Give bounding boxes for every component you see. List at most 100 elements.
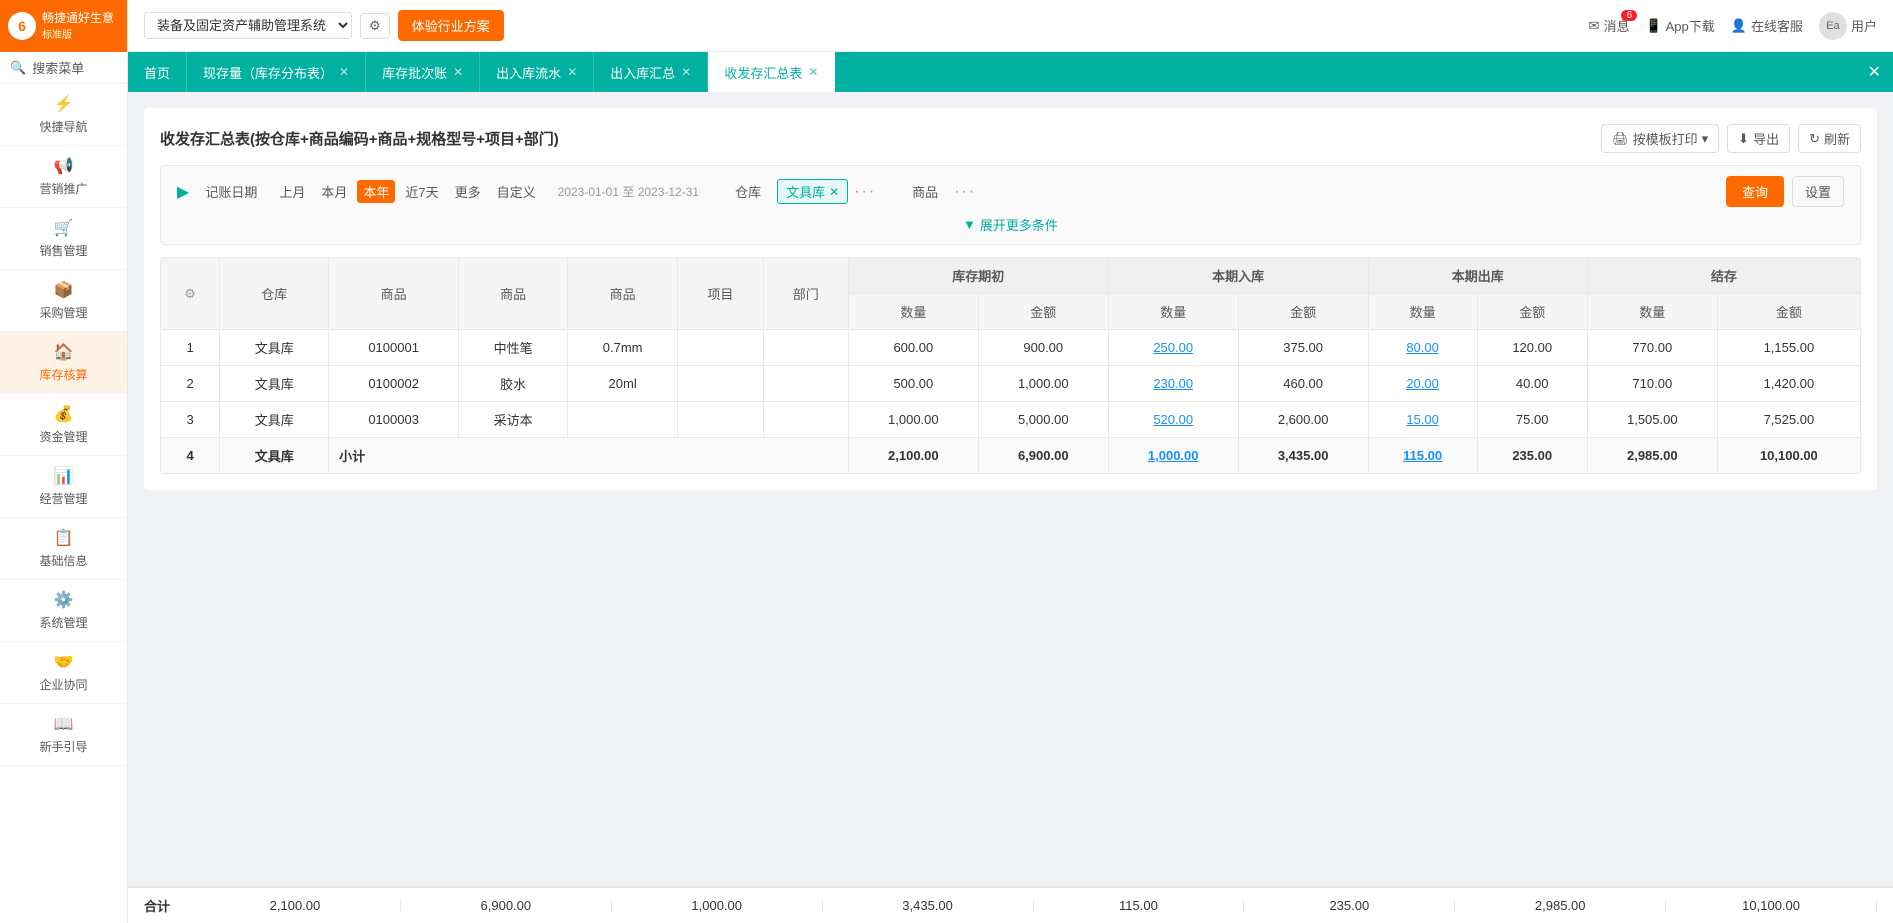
sidebar-item-quick-nav[interactable]: ⚡ 快捷导航 — [0, 84, 127, 146]
system-title-select[interactable]: 装备及固定资产辅助管理系统 — [144, 12, 352, 39]
date-btn-custom[interactable]: 自定义 — [491, 180, 542, 203]
row-in-qty[interactable]: 230.00 — [1108, 366, 1238, 402]
date-btn-more[interactable]: 更多 — [449, 180, 487, 203]
enterprise-label: 企业协同 — [39, 676, 87, 693]
subtotal-open-amt: 6,900.00 — [978, 438, 1108, 474]
tab-in-out-summary[interactable]: 出入库汇总 ✕ — [594, 52, 708, 92]
sidebar-item-purchase[interactable]: 📦 采购管理 — [0, 270, 127, 332]
goods-more-button[interactable]: ··· — [954, 183, 976, 201]
tab-in-out-flow[interactable]: 出入库流水 ✕ — [480, 52, 594, 92]
sidebar-item-finance[interactable]: 💰 资金管理 — [0, 394, 127, 456]
row-open-amt: 900.00 — [978, 330, 1108, 366]
user-menu-button[interactable]: Ea 用户 — [1819, 12, 1877, 40]
sidebar-item-search[interactable]: 🔍 搜索菜单 — [0, 52, 127, 84]
row-in-qty[interactable]: 520.00 — [1108, 402, 1238, 438]
sidebar-item-operations[interactable]: 📊 经营管理 — [0, 456, 127, 518]
page-title: 收发存汇总表(按仓库+商品编码+商品+规格型号+项目+部门) — [160, 128, 559, 149]
tab-batch-account[interactable]: 库存批次账 ✕ — [366, 52, 480, 92]
finance-icon: 💰 — [54, 404, 74, 424]
sidebar-item-enterprise[interactable]: 🤝 企业协同 — [0, 642, 127, 704]
sidebar-item-sales[interactable]: 🛒 销售管理 — [0, 208, 127, 270]
content-area: 收发存汇总表(按仓库+商品编码+商品+规格型号+项目+部门) 🖨 按模板打印 ▾… — [128, 92, 1893, 886]
tab-in-out-summary-close[interactable]: ✕ — [681, 65, 691, 79]
total-open-qty: 2,100.00 — [190, 898, 401, 913]
subtotal-open-qty: 2,100.00 — [848, 438, 978, 474]
sidebar-item-system[interactable]: ⚙️ 系统管理 — [0, 580, 127, 642]
date-buttons: 上月 本月 本年 近7天 更多 自定义 — [273, 180, 541, 203]
row-dept — [763, 330, 848, 366]
table-row: 2 文具库 0100002 胶水 20ml 500.00 1,000.00 23… — [161, 366, 1861, 402]
online-service-button[interactable]: 👤 在线客服 — [1731, 16, 1803, 35]
tab-in-out-flow-close[interactable]: ✕ — [567, 65, 577, 79]
tab-inventory-dist[interactable]: 现存量（库存分布表） ✕ — [187, 52, 366, 92]
tab-home-label: 首页 — [144, 63, 170, 82]
sidebar-item-marketing[interactable]: 📢 营销推广 — [0, 146, 127, 208]
row-project — [678, 366, 763, 402]
basic-info-label: 基础信息 — [39, 552, 87, 569]
subtotal-out-qty[interactable]: 115.00 — [1368, 438, 1477, 474]
row-name: 中性笔 — [459, 330, 568, 366]
table-row: 3 文具库 0100003 采访本 1,000.00 5,000.00 520.… — [161, 402, 1861, 438]
row-out-qty[interactable]: 80.00 — [1368, 330, 1477, 366]
app-download-button[interactable]: 📱 App下载 — [1645, 16, 1714, 35]
row-name: 采访本 — [459, 402, 568, 438]
gear-settings-button[interactable]: ⚙ — [360, 13, 390, 39]
refresh-button[interactable]: ↻ 刷新 — [1798, 124, 1861, 153]
subtotal-no: 4 — [161, 438, 220, 474]
print-button[interactable]: 🖨 按模板打印 ▾ — [1601, 124, 1719, 153]
tabbar: 首页 现存量（库存分布表） ✕ 库存批次账 ✕ 出入库流水 ✕ 出入库汇总 ✕ … — [128, 52, 1893, 92]
tab-collect-summary[interactable]: 收发存汇总表 ✕ — [708, 52, 835, 92]
tab-batch-account-close[interactable]: ✕ — [453, 65, 463, 79]
warehouse-tag-text: 文具库 — [786, 182, 825, 201]
chevron-down-icon: ▾ — [1702, 131, 1709, 147]
expand-conditions-button[interactable]: ▼ 展开更多条件 — [963, 215, 1058, 234]
tab-collect-summary-close[interactable]: ✕ — [808, 65, 818, 79]
total-cells: 2,100.00 6,900.00 1,000.00 3,435.00 115.… — [190, 898, 1877, 913]
demo-button[interactable]: 体验行业方案 — [398, 10, 504, 41]
row-out-qty[interactable]: 15.00 — [1368, 402, 1477, 438]
row-open-qty: 1,000.00 — [848, 402, 978, 438]
tabbar-close-all-button[interactable]: ✕ — [1856, 62, 1893, 82]
date-btn-this-year[interactable]: 本年 — [357, 180, 395, 203]
message-button[interactable]: ✉ 消息 6 — [1589, 16, 1630, 35]
filter-settings-button[interactable]: 设置 — [1792, 176, 1844, 207]
subtotal-in-qty[interactable]: 1,000.00 — [1108, 438, 1238, 474]
col-balance-amt-header: 金额 — [1717, 294, 1860, 330]
warehouse-more-button[interactable]: ··· — [854, 183, 876, 201]
date-btn-last-month[interactable]: 上月 — [273, 180, 311, 203]
table-row: 1 文具库 0100001 中性笔 0.7mm 600.00 900.00 25… — [161, 330, 1861, 366]
filter-expand-toggle[interactable]: ▶ — [177, 182, 189, 202]
row-no: 3 — [161, 402, 220, 438]
topbar-left: 装备及固定资产辅助管理系统 ⚙ 体验行业方案 — [144, 10, 1577, 41]
tab-in-out-flow-label: 出入库流水 — [496, 63, 561, 82]
sidebar-item-guide[interactable]: 📖 新手引导 — [0, 704, 127, 766]
row-warehouse: 文具库 — [220, 330, 329, 366]
app-download-label: App下载 — [1666, 16, 1715, 35]
row-in-qty[interactable]: 250.00 — [1108, 330, 1238, 366]
col-project-header: 项目 — [678, 258, 763, 330]
sidebar-badge: 标准版 — [42, 26, 114, 41]
inventory-icon: 🏠 — [54, 342, 74, 362]
sidebar-item-inventory[interactable]: 🏠 库存核算 — [0, 332, 127, 394]
col-in-amt-header: 金额 — [1238, 294, 1368, 330]
export-button[interactable]: ⬇ 导出 — [1727, 124, 1790, 153]
page-title-bar: 收发存汇总表(按仓库+商品编码+商品+规格型号+项目+部门) 🖨 按模板打印 ▾… — [160, 124, 1861, 153]
date-filter-label: 记账日期 — [205, 182, 257, 201]
subtotal-row: 4 文具库 小计 2,100.00 6,900.00 1,000.00 3,43… — [161, 438, 1861, 474]
enterprise-icon: 🤝 — [54, 652, 74, 672]
row-dept — [763, 402, 848, 438]
subtotal-label: 小计 — [329, 438, 849, 474]
user-label: 用户 — [1851, 16, 1877, 35]
query-button[interactable]: 查询 — [1726, 176, 1784, 207]
tab-inventory-dist-close[interactable]: ✕ — [339, 65, 349, 79]
row-out-qty[interactable]: 20.00 — [1368, 366, 1477, 402]
warehouse-tag-remove[interactable]: ✕ — [829, 185, 839, 199]
table-body: 1 文具库 0100001 中性笔 0.7mm 600.00 900.00 25… — [161, 330, 1861, 474]
date-btn-7days[interactable]: 近7天 — [399, 180, 444, 203]
tab-home[interactable]: 首页 — [128, 52, 187, 92]
date-btn-this-month[interactable]: 本月 — [315, 180, 353, 203]
sidebar-item-basic-info[interactable]: 📋 基础信息 — [0, 518, 127, 580]
col-gear[interactable]: ⚙ — [161, 258, 220, 330]
sales-icon: 🛒 — [54, 218, 74, 238]
subtotal-in-amt: 3,435.00 — [1238, 438, 1368, 474]
